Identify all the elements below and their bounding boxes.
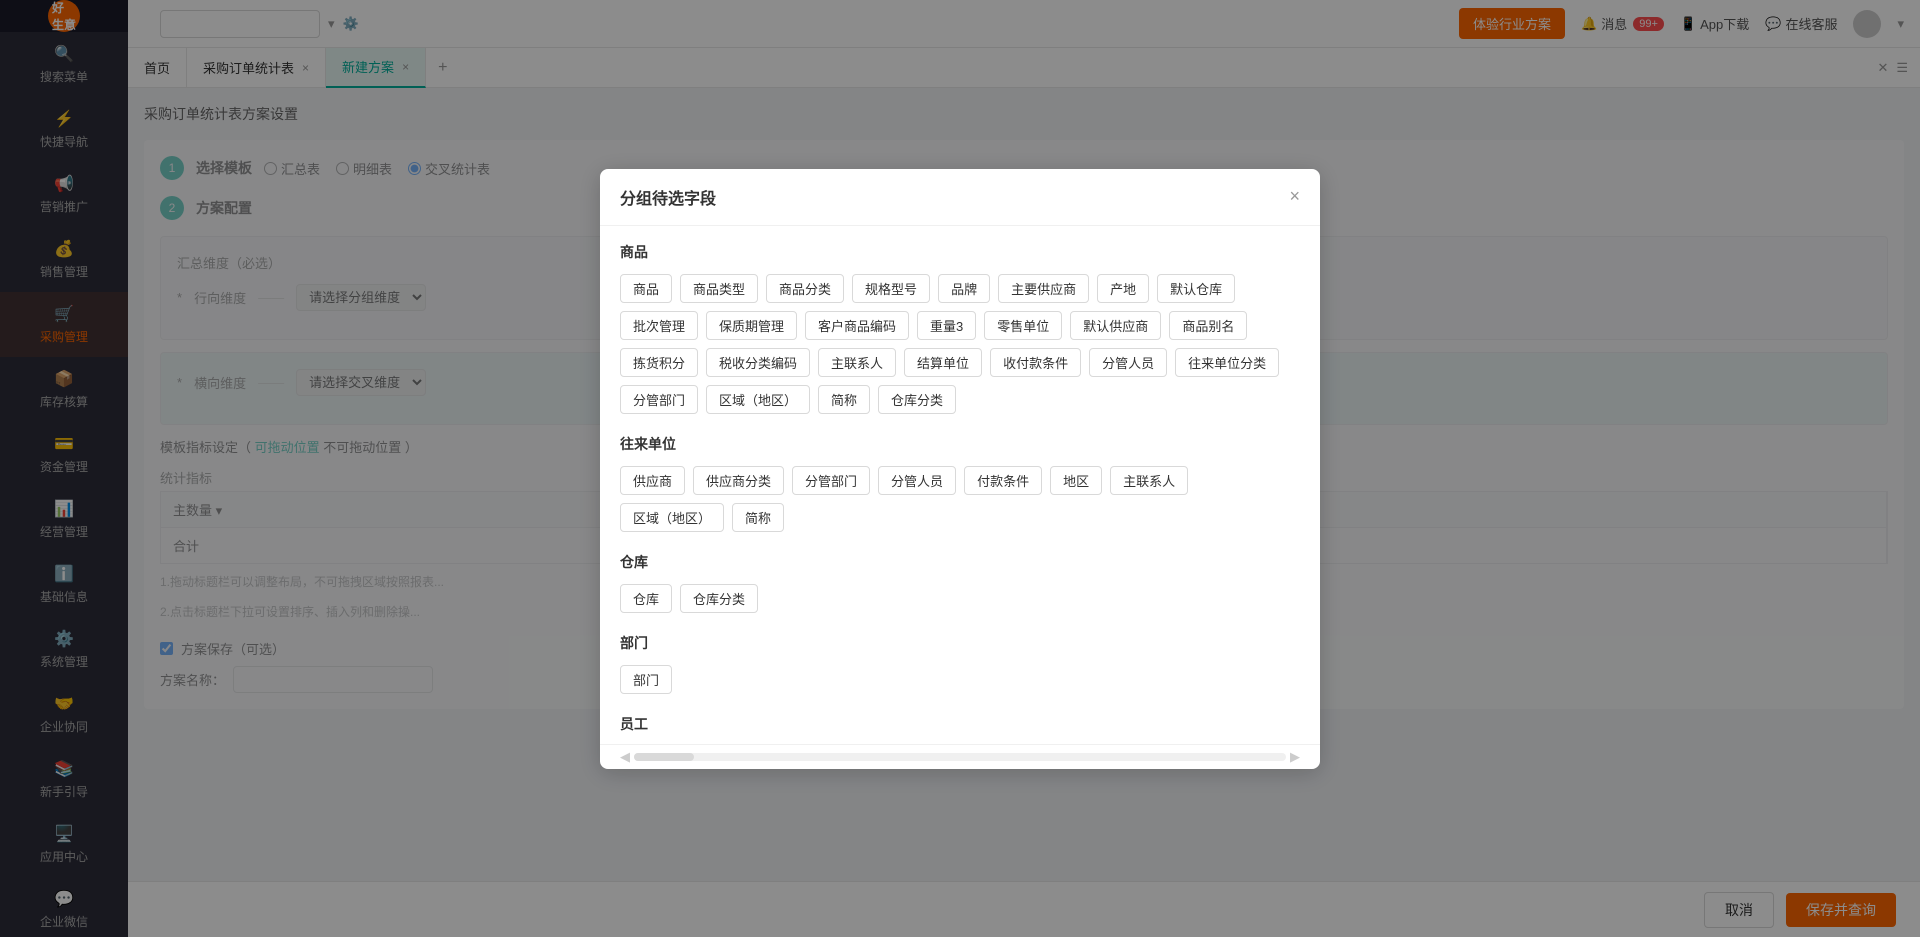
tag-supplier-category[interactable]: 供应商分类 xyxy=(693,466,784,495)
section-warehouse: 仓库 仓库 仓库分类 xyxy=(620,552,1300,613)
hscroll-track xyxy=(634,753,1286,761)
tag-payment-terms[interactable]: 收付款条件 xyxy=(990,348,1081,377)
modal-header: 分组待选字段 × xyxy=(600,169,1320,226)
tag-region[interactable]: 区域（地区） xyxy=(706,385,810,414)
modal-body: 商品 商品 商品类型 商品分类 规格型号 品牌 主要供应商 产地 默认仓库 批次… xyxy=(600,226,1320,744)
tag-brand[interactable]: 品牌 xyxy=(938,274,990,303)
tag-region2[interactable]: 区域（地区） xyxy=(620,503,724,532)
products-tags-grid: 商品 商品类型 商品分类 规格型号 品牌 主要供应商 产地 默认仓库 批次管理 … xyxy=(620,274,1300,414)
warehouse-tags-grid: 仓库 仓库分类 xyxy=(620,584,1300,613)
field-select-modal: 分组待选字段 × 商品 商品 商品类型 商品分类 规格型号 品牌 主要供应商 产… xyxy=(600,169,1320,769)
tag-product[interactable]: 商品 xyxy=(620,274,672,303)
section-partners-title: 往来单位 xyxy=(620,434,1300,454)
tag-division-dept[interactable]: 分管部门 xyxy=(620,385,698,414)
tag-area[interactable]: 地区 xyxy=(1050,466,1102,495)
tag-mgmt-person[interactable]: 分管人员 xyxy=(878,466,956,495)
section-products: 商品 商品 商品类型 商品分类 规格型号 品牌 主要供应商 产地 默认仓库 批次… xyxy=(620,242,1300,414)
tag-department[interactable]: 部门 xyxy=(620,665,672,694)
tag-retail-unit[interactable]: 零售单位 xyxy=(984,311,1062,340)
department-tags-grid: 部门 xyxy=(620,665,1300,694)
tag-warehouse-cat[interactable]: 仓库分类 xyxy=(680,584,758,613)
tag-main-contact[interactable]: 主联系人 xyxy=(818,348,896,377)
tag-division-person[interactable]: 分管人员 xyxy=(1089,348,1167,377)
tag-tax-code[interactable]: 税收分类编码 xyxy=(706,348,810,377)
partners-tags-grid: 供应商 供应商分类 分管部门 分管人员 付款条件 地区 主联系人 区域（地区） … xyxy=(620,466,1300,532)
modal-title: 分组待选字段 xyxy=(620,185,716,209)
tag-quality-manage[interactable]: 保质期管理 xyxy=(706,311,797,340)
tag-abbr[interactable]: 简称 xyxy=(818,385,870,414)
section-partners: 往来单位 供应商 供应商分类 分管部门 分管人员 付款条件 地区 主联系人 区域… xyxy=(620,434,1300,532)
hscroll-thumb xyxy=(634,753,694,761)
tag-warehouse[interactable]: 仓库 xyxy=(620,584,672,613)
tag-product-alias[interactable]: 商品别名 xyxy=(1169,311,1247,340)
section-products-title: 商品 xyxy=(620,242,1300,262)
tag-pay-terms[interactable]: 付款条件 xyxy=(964,466,1042,495)
tag-batch-manage[interactable]: 批次管理 xyxy=(620,311,698,340)
tag-mgmt-dept[interactable]: 分管部门 xyxy=(792,466,870,495)
modal-hscrollbar[interactable]: ◀ ▶ xyxy=(600,744,1320,769)
tag-abbr2[interactable]: 简称 xyxy=(732,503,784,532)
scroll-right-icon[interactable]: ▶ xyxy=(1290,749,1300,765)
section-warehouse-title: 仓库 xyxy=(620,552,1300,572)
tag-supplier[interactable]: 供应商 xyxy=(620,466,685,495)
tag-default-warehouse[interactable]: 默认仓库 xyxy=(1157,274,1235,303)
tag-product-type[interactable]: 商品类型 xyxy=(680,274,758,303)
tag-pick-points[interactable]: 拣货积分 xyxy=(620,348,698,377)
tag-customer-code[interactable]: 客户商品编码 xyxy=(805,311,909,340)
tag-product-category[interactable]: 商品分类 xyxy=(766,274,844,303)
tag-origin[interactable]: 产地 xyxy=(1097,274,1149,303)
section-department-title: 部门 xyxy=(620,633,1300,653)
modal-close-button[interactable]: × xyxy=(1289,186,1300,207)
tag-main-supplier[interactable]: 主要供应商 xyxy=(998,274,1089,303)
tag-default-supplier[interactable]: 默认供应商 xyxy=(1070,311,1161,340)
section-department: 部门 部门 xyxy=(620,633,1300,694)
tag-partner-category[interactable]: 往来单位分类 xyxy=(1175,348,1279,377)
section-employee: 员工 业务员 xyxy=(620,714,1300,744)
tag-weight[interactable]: 重量3 xyxy=(917,311,976,340)
tag-spec-model[interactable]: 规格型号 xyxy=(852,274,930,303)
scroll-left-icon[interactable]: ◀ xyxy=(620,749,630,765)
section-employee-title: 员工 xyxy=(620,714,1300,734)
tag-main-contact2[interactable]: 主联系人 xyxy=(1110,466,1188,495)
tag-settlement-unit[interactable]: 结算单位 xyxy=(904,348,982,377)
tag-warehouse-category[interactable]: 仓库分类 xyxy=(878,385,956,414)
